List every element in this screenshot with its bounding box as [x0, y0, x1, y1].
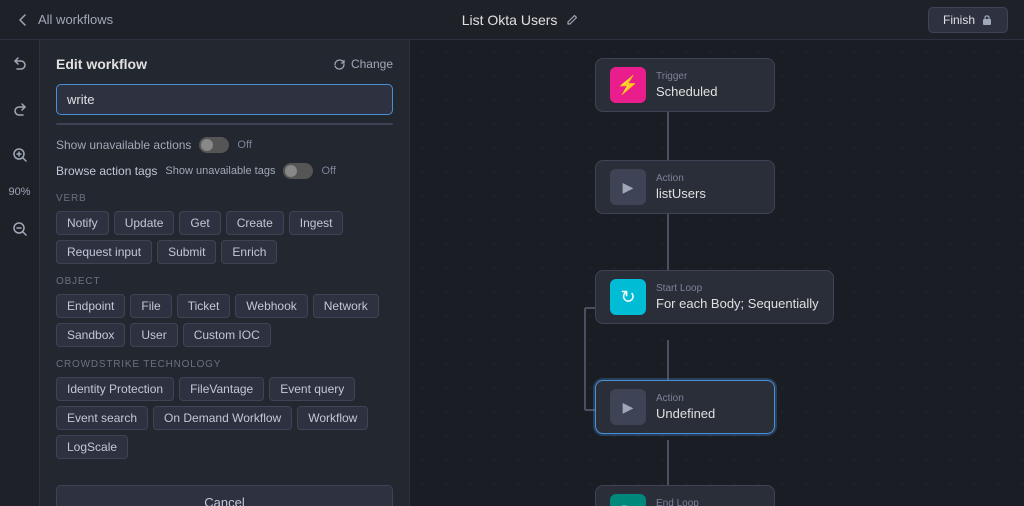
edit-panel-title: Edit workflow	[56, 56, 147, 72]
action2-icon: ▶	[610, 389, 646, 425]
verb-section: VERB Notify Update Get Create Ingest Req…	[56, 193, 393, 264]
lock-icon	[981, 14, 993, 26]
tag-request-input[interactable]: Request input	[56, 240, 152, 264]
action1-meta: Action	[656, 173, 706, 184]
crowdstrike-section: CROWDSTRIKE TECHNOLOGY Identity Protecti…	[56, 359, 393, 459]
startloop-icon: ↻	[610, 279, 646, 315]
browse-action-tags-row: Browse action tags Show unavailable tags…	[56, 163, 393, 179]
trigger-name: Scheduled	[656, 84, 717, 99]
action2-meta: Action	[656, 393, 715, 404]
show-unavailable-toggle[interactable]	[199, 137, 229, 153]
edit-icon[interactable]	[565, 13, 579, 27]
finish-button[interactable]: Finish	[928, 7, 1008, 33]
show-unavailable-label: Show unavailable actions	[56, 138, 191, 152]
show-unavailable-toggle-row: Show unavailable actions Off	[56, 137, 393, 153]
show-unavailable-tags-label: Show unavailable tags	[165, 165, 275, 177]
tag-file[interactable]: File	[130, 294, 171, 318]
zoom-level: 90%	[8, 186, 30, 198]
action1-name: listUsers	[656, 186, 706, 201]
refresh-icon	[333, 58, 346, 71]
tag-filevantage[interactable]: FileVantage	[179, 377, 264, 401]
undo-icon	[12, 55, 28, 71]
page-title: List Okta Users	[462, 12, 558, 28]
tag-event-search[interactable]: Event search	[56, 406, 148, 430]
back-arrow-icon	[16, 13, 30, 27]
show-unavailable-tags-state: Off	[321, 165, 335, 177]
workflow-canvas[interactable]: ⚡ Trigger Scheduled ▶ Action listUsers ↻…	[410, 40, 1024, 506]
tag-network[interactable]: Network	[313, 294, 379, 318]
verb-tag-list: Notify Update Get Create Ingest Request …	[56, 211, 393, 264]
page-title-area: List Okta Users	[462, 12, 580, 28]
tag-ingest[interactable]: Ingest	[289, 211, 344, 235]
tag-ticket[interactable]: Ticket	[177, 294, 231, 318]
tag-on-demand-workflow[interactable]: On Demand Workflow	[153, 406, 292, 430]
redo-icon	[12, 101, 28, 117]
tag-create[interactable]: Create	[226, 211, 284, 235]
tag-update[interactable]: Update	[114, 211, 175, 235]
object-tag-list: Endpoint File Ticket Webhook Network San…	[56, 294, 393, 347]
topbar-right: Finish	[928, 7, 1008, 33]
end-loop-node[interactable]: ↻ End Loop No output	[595, 485, 775, 506]
action-listusers-node[interactable]: ▶ Action listUsers	[595, 160, 775, 214]
trigger-node[interactable]: ⚡ Trigger Scheduled	[595, 58, 775, 112]
tag-get[interactable]: Get	[179, 211, 220, 235]
tag-user[interactable]: User	[130, 323, 177, 347]
sidebar-icons: 90%	[0, 40, 40, 506]
endloop-meta: End Loop	[656, 498, 712, 506]
trigger-meta: Trigger	[656, 71, 717, 82]
zoom-out-button[interactable]	[5, 214, 35, 244]
main-content: 90% Edit workflow Change	[0, 40, 1024, 506]
tag-sandbox[interactable]: Sandbox	[56, 323, 125, 347]
crowdstrike-section-label: CROWDSTRIKE TECHNOLOGY	[56, 359, 393, 370]
startloop-name: For each Body; Sequentially	[656, 296, 819, 311]
change-label: Change	[351, 57, 393, 71]
edit-workflow-panel: Edit workflow Change 🔍 write - search ac…	[40, 40, 410, 506]
tag-notify[interactable]: Notify	[56, 211, 109, 235]
redo-button[interactable]	[5, 94, 35, 124]
cancel-button[interactable]: Cancel	[56, 485, 393, 506]
cancel-button-area: Cancel	[56, 471, 393, 506]
back-link[interactable]: All workflows	[16, 12, 113, 27]
startloop-meta: Start Loop	[656, 283, 819, 294]
action2-name: Undefined	[656, 406, 715, 421]
verb-section-label: VERB	[56, 193, 393, 204]
tag-enrich[interactable]: Enrich	[221, 240, 277, 264]
start-loop-node[interactable]: ↻ Start Loop For each Body; Sequentially	[595, 270, 834, 324]
action-undefined-node[interactable]: ▶ Action Undefined	[595, 380, 775, 434]
tag-webhook[interactable]: Webhook	[235, 294, 307, 318]
change-button[interactable]: Change	[333, 57, 393, 71]
show-unavailable-tags-toggle[interactable]	[283, 163, 313, 179]
tag-custom-ioc[interactable]: Custom IOC	[183, 323, 271, 347]
trigger-icon: ⚡	[610, 67, 646, 103]
object-section-label: OBJECT	[56, 276, 393, 287]
show-unavailable-state: Off	[237, 139, 251, 151]
object-section: OBJECT Endpoint File Ticket Webhook Netw…	[56, 276, 393, 347]
endloop-icon: ↻	[610, 494, 646, 506]
tag-endpoint[interactable]: Endpoint	[56, 294, 125, 318]
zoom-out-icon	[12, 221, 28, 237]
suggestions-dropdown: 🔍 write - search actions Write to log re…	[56, 123, 393, 125]
tag-workflow[interactable]: Workflow	[297, 406, 368, 430]
tag-submit[interactable]: Submit	[157, 240, 216, 264]
zoom-in-icon	[12, 147, 28, 163]
browse-tags-label: Browse action tags	[56, 164, 157, 178]
back-link-label: All workflows	[38, 12, 113, 27]
action1-icon: ▶	[610, 169, 646, 205]
undo-button[interactable]	[5, 48, 35, 78]
search-input[interactable]	[56, 84, 393, 115]
suggestion-search-line: 🔍 write - search actions	[57, 124, 392, 125]
zoom-in-button[interactable]	[5, 140, 35, 170]
tag-identity-protection[interactable]: Identity Protection	[56, 377, 174, 401]
crowdstrike-tag-list: Identity Protection FileVantage Event qu…	[56, 377, 393, 459]
tag-event-query[interactable]: Event query	[269, 377, 355, 401]
topbar: All workflows List Okta Users Finish	[0, 0, 1024, 40]
search-input-wrapper	[56, 84, 393, 115]
tag-logscale[interactable]: LogScale	[56, 435, 128, 459]
edit-panel-header: Edit workflow Change	[56, 56, 393, 72]
